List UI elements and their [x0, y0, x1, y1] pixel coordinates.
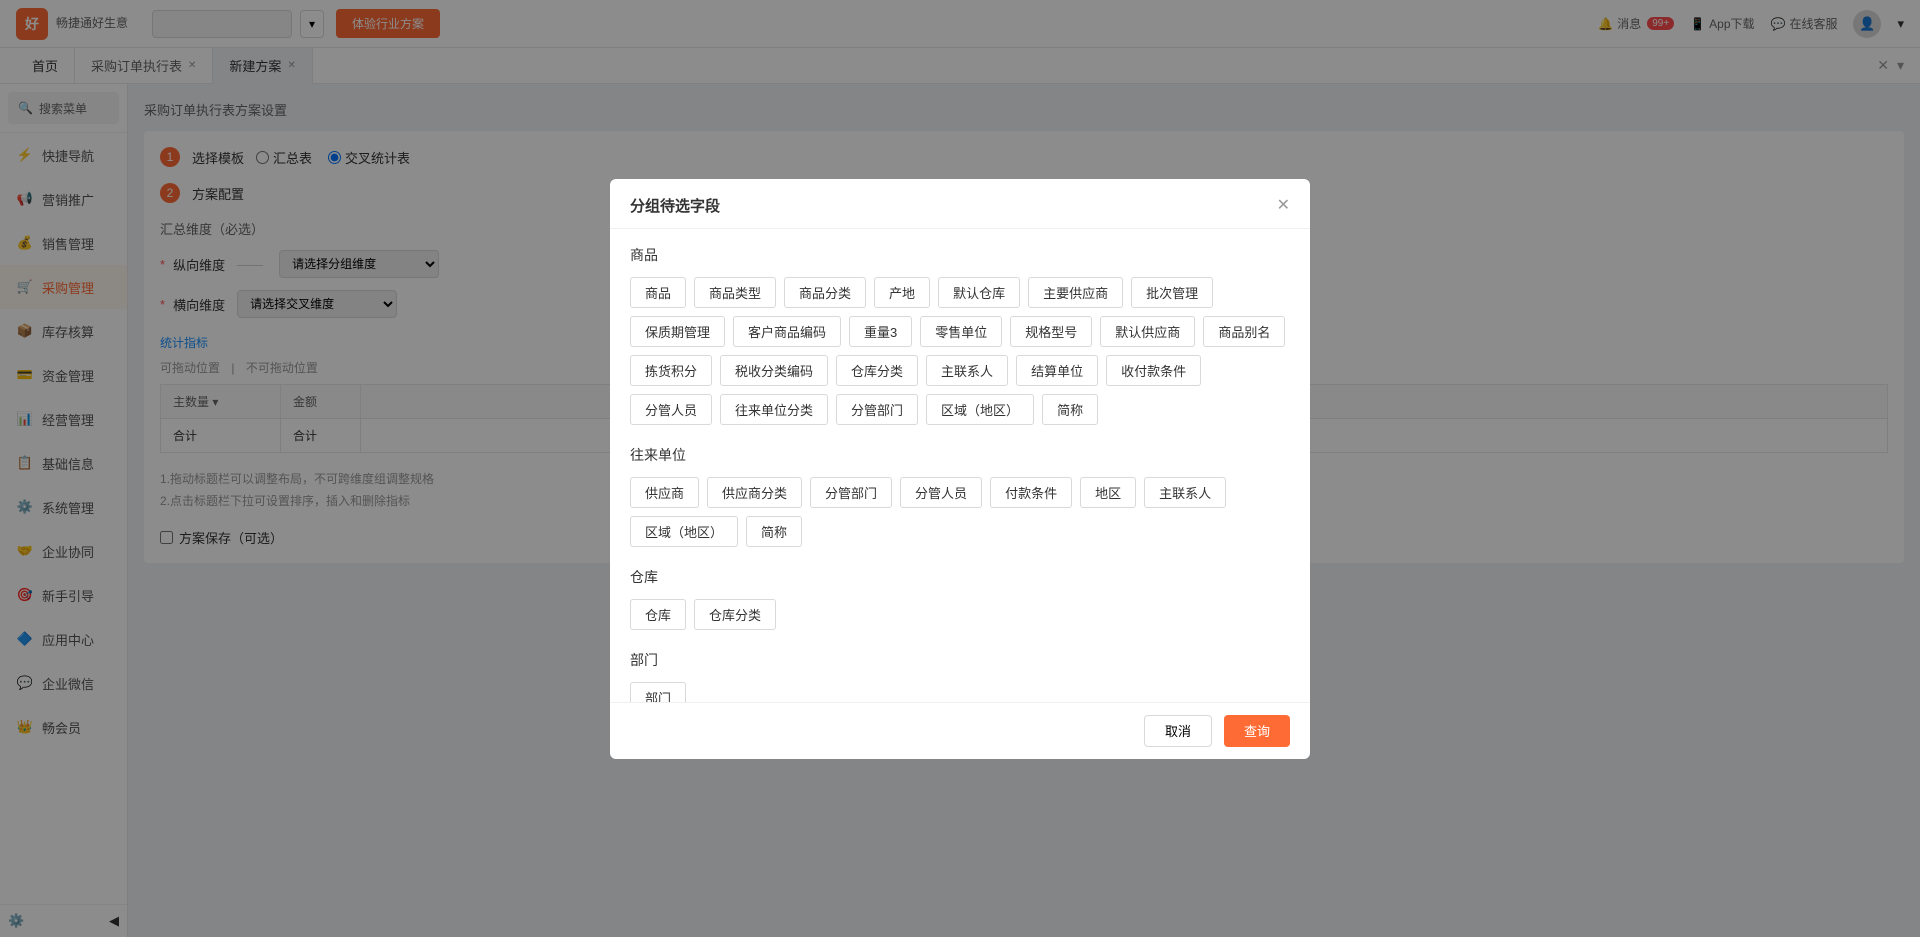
section-title-goods: 商品 — [630, 245, 1290, 265]
modal: 分组待选字段 ✕ 商品 商品 商品类型 商品分类 产地 默认仓库 主要供应商 批… — [610, 179, 1310, 759]
field-grid-warehouse: 仓库 仓库分类 — [630, 599, 1290, 630]
field-tag[interactable]: 默认供应商 — [1100, 316, 1195, 347]
confirm-button[interactable]: 查询 — [1224, 715, 1290, 747]
field-tag[interactable]: 结算单位 — [1016, 355, 1098, 386]
field-tag[interactable]: 商品 — [630, 277, 686, 308]
field-tag[interactable]: 主联系人 — [1144, 477, 1226, 508]
modal-footer: 取消 查询 — [610, 702, 1310, 759]
field-tag[interactable]: 供应商 — [630, 477, 699, 508]
field-grid-goods: 商品 商品类型 商品分类 产地 默认仓库 主要供应商 批次管理 保质期管理 客户… — [630, 277, 1290, 425]
cancel-button[interactable]: 取消 — [1144, 715, 1212, 747]
field-tag[interactable]: 批次管理 — [1131, 277, 1213, 308]
field-tag[interactable]: 税收分类编码 — [720, 355, 828, 386]
field-tag[interactable]: 重量3 — [849, 316, 912, 347]
field-tag[interactable]: 简称 — [1042, 394, 1098, 425]
field-tag[interactable]: 商品分类 — [784, 277, 866, 308]
modal-title: 分组待选字段 — [630, 195, 720, 216]
field-tag[interactable]: 简称 — [746, 516, 802, 547]
field-tag[interactable]: 产地 — [874, 277, 930, 308]
field-tag[interactable]: 区域（地区） — [630, 516, 738, 547]
field-tag[interactable]: 仓库分类 — [836, 355, 918, 386]
field-tag[interactable]: 客户商品编码 — [733, 316, 841, 347]
field-tag[interactable]: 规格型号 — [1010, 316, 1092, 347]
field-tag[interactable]: 分管部门 — [836, 394, 918, 425]
section-title-dept: 部门 — [630, 650, 1290, 670]
field-tag[interactable]: 分管人员 — [900, 477, 982, 508]
field-tag[interactable]: 部门 — [630, 682, 686, 702]
field-tag[interactable]: 仓库分类 — [694, 599, 776, 630]
modal-header: 分组待选字段 ✕ — [610, 179, 1310, 229]
field-tag[interactable]: 分管人员 — [630, 394, 712, 425]
field-tag[interactable]: 主联系人 — [926, 355, 1008, 386]
field-tag[interactable]: 往来单位分类 — [720, 394, 828, 425]
field-grid-partner: 供应商 供应商分类 分管部门 分管人员 付款条件 地区 主联系人 区域（地区） … — [630, 477, 1290, 547]
field-tag[interactable]: 供应商分类 — [707, 477, 802, 508]
field-tag[interactable]: 保质期管理 — [630, 316, 725, 347]
section-title-warehouse: 仓库 — [630, 567, 1290, 587]
field-tag[interactable]: 区域（地区） — [926, 394, 1034, 425]
field-tag[interactable]: 默认仓库 — [938, 277, 1020, 308]
field-tag[interactable]: 商品类型 — [694, 277, 776, 308]
field-tag[interactable]: 主要供应商 — [1028, 277, 1123, 308]
section-title-partner: 往来单位 — [630, 445, 1290, 465]
modal-close-btn[interactable]: ✕ — [1277, 195, 1290, 215]
field-tag[interactable]: 商品别名 — [1203, 316, 1285, 347]
field-tag[interactable]: 付款条件 — [990, 477, 1072, 508]
field-tag[interactable]: 收付款条件 — [1106, 355, 1201, 386]
field-tag[interactable]: 仓库 — [630, 599, 686, 630]
field-tag[interactable]: 零售单位 — [920, 316, 1002, 347]
field-tag[interactable]: 分管部门 — [810, 477, 892, 508]
field-tag[interactable]: 拣货积分 — [630, 355, 712, 386]
field-tag[interactable]: 地区 — [1080, 477, 1136, 508]
modal-overlay: 分组待选字段 ✕ 商品 商品 商品类型 商品分类 产地 默认仓库 主要供应商 批… — [0, 0, 1920, 937]
modal-body: 商品 商品 商品类型 商品分类 产地 默认仓库 主要供应商 批次管理 保质期管理… — [610, 229, 1310, 702]
field-grid-dept: 部门 — [630, 682, 1290, 702]
